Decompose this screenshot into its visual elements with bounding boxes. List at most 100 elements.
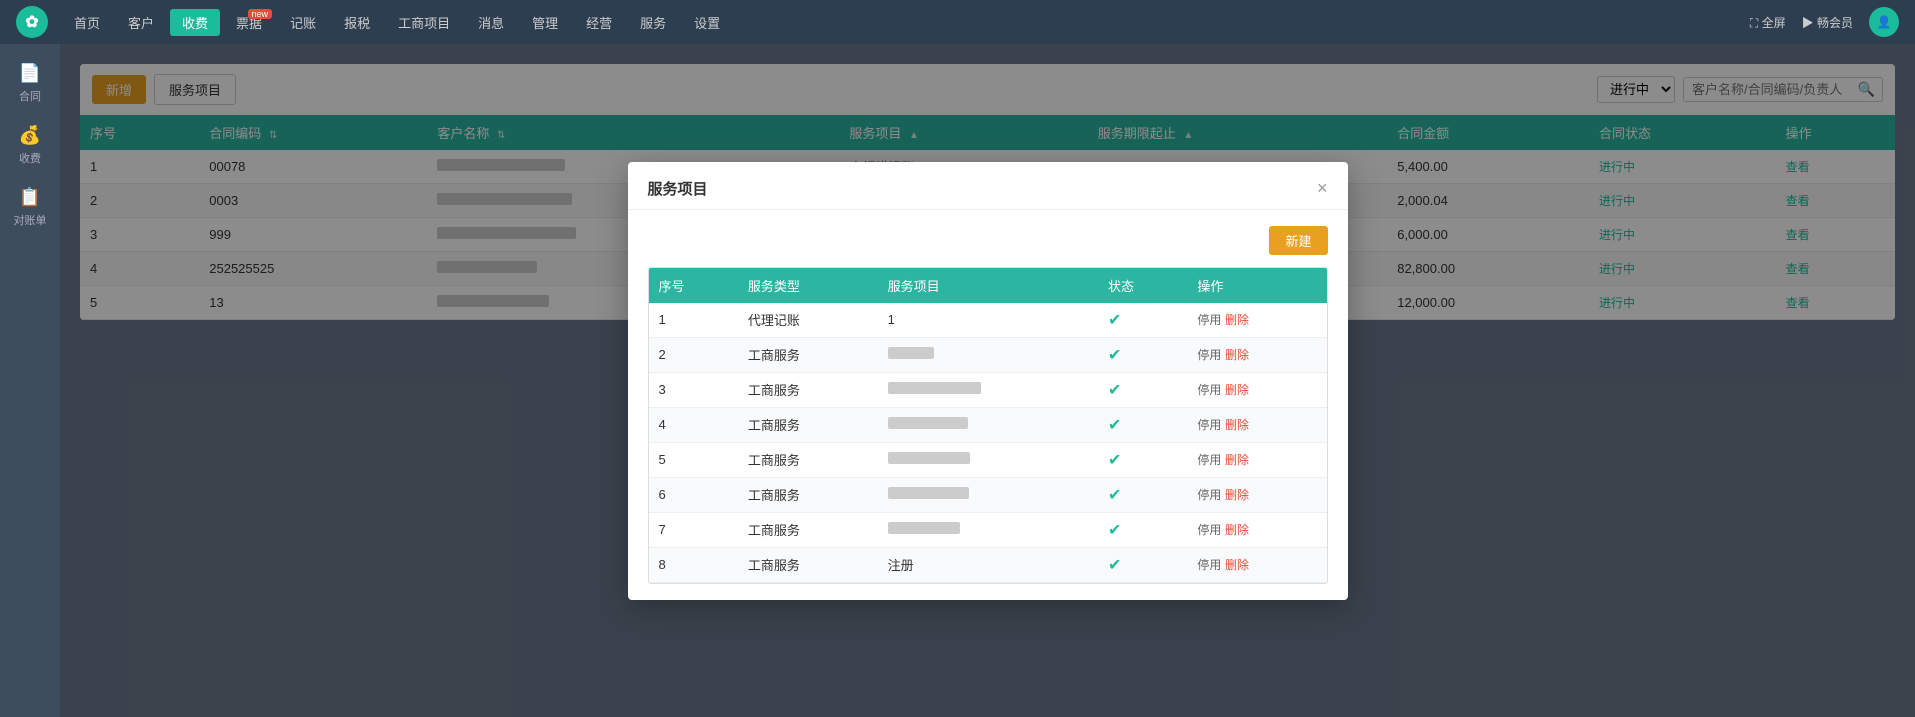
list-item: 3 工商服务 ✔ 停用 删除 — [649, 372, 1327, 407]
modal-cell-seq: 7 — [649, 512, 738, 547]
main-layout: 📄 合同 💰 收费 📋 对账单 新增 服务项目 — [0, 44, 1915, 717]
modal-cell-type: 工商服务 — [738, 547, 878, 582]
service-table: 序号 服务类型 服务项目 状态 操作 1 代理记账 1 ✔ — [649, 268, 1327, 583]
modal-cell-action: 停用 删除 — [1187, 337, 1326, 372]
list-item: 7 工商服务 ✔ 停用 删除 — [649, 512, 1327, 547]
stop-button[interactable]: 停用 — [1197, 486, 1221, 503]
delete-button[interactable]: 删除 — [1225, 556, 1249, 573]
modal-cell-action: 停用 删除 — [1187, 303, 1326, 338]
service-modal: 服务项目 × 新建 序号 服务类型 — [628, 162, 1348, 600]
modal-col-status: 状态 — [1098, 268, 1187, 303]
delete-button[interactable]: 删除 — [1225, 486, 1249, 503]
modal-body: 新建 序号 服务类型 服务项目 状态 操作 — [628, 210, 1348, 600]
top-nav: ✿ 首页 客户 收费 票据 new 记账 报税 工商项目 消息 管理 经营 服务… — [0, 0, 1915, 44]
modal-toolbar: 新建 — [648, 226, 1328, 255]
list-item: 8 工商服务 注册 ✔ 停用 删除 — [649, 547, 1327, 582]
member-btn[interactable]: ▶ 畅会员 — [1802, 14, 1853, 31]
modal-cell-type: 代理记账 — [738, 303, 878, 338]
modal-cell-item — [878, 407, 1098, 442]
sidebar-item-contract[interactable]: 📄 合同 — [3, 54, 57, 112]
nav-operation[interactable]: 经营 — [574, 9, 624, 36]
modal-cell-action: 停用 删除 — [1187, 477, 1326, 512]
modal-cell-type: 工商服务 — [738, 407, 878, 442]
modal-cell-item — [878, 442, 1098, 477]
modal-cell-item — [878, 512, 1098, 547]
modal-cell-item — [878, 372, 1098, 407]
nav-service[interactable]: 服务 — [628, 9, 678, 36]
modal-cell-status: ✔ — [1098, 337, 1187, 372]
modal-cell-item — [878, 337, 1098, 372]
modal-header: 服务项目 × — [628, 162, 1348, 210]
modal-col-type: 服务类型 — [738, 268, 878, 303]
modal-cell-seq: 8 — [649, 547, 738, 582]
list-item: 1 代理记账 1 ✔ 停用 删除 — [649, 303, 1327, 338]
modal-cell-status: ✔ — [1098, 407, 1187, 442]
avatar[interactable]: 👤 — [1869, 7, 1899, 37]
delete-button[interactable]: 删除 — [1225, 381, 1249, 398]
modal-cell-type: 工商服务 — [738, 372, 878, 407]
stop-button[interactable]: 停用 — [1197, 521, 1221, 538]
stop-button[interactable]: 停用 — [1197, 381, 1221, 398]
modal-col-action: 操作 — [1187, 268, 1326, 303]
nav-bookkeeping[interactable]: 记账 — [278, 9, 328, 36]
fullscreen-btn[interactable]: ⛶ 全屏 — [1750, 14, 1786, 31]
delete-button[interactable]: 删除 — [1225, 416, 1249, 433]
modal-close-button[interactable]: × — [1317, 179, 1328, 197]
modal-table-wrap: 序号 服务类型 服务项目 状态 操作 1 代理记账 1 ✔ — [648, 267, 1328, 584]
sidebar-item-reconcile[interactable]: 📋 对账单 — [3, 178, 57, 236]
modal-cell-action: 停用 删除 — [1187, 547, 1326, 582]
reconcile-icon: 📋 — [19, 186, 41, 208]
modal-cell-type: 工商服务 — [738, 442, 878, 477]
modal-cell-seq: 1 — [649, 303, 738, 338]
modal-cell-status: ✔ — [1098, 372, 1187, 407]
modal-cell-item: 注册 — [878, 547, 1098, 582]
nav-client[interactable]: 客户 — [116, 9, 166, 36]
content-area: 新增 服务项目 进行中 🔍 — [60, 44, 1915, 717]
modal-cell-status: ✔ — [1098, 512, 1187, 547]
stop-button[interactable]: 停用 — [1197, 346, 1221, 363]
nav-home[interactable]: 首页 — [62, 9, 112, 36]
modal-overlay[interactable]: 服务项目 × 新建 序号 服务类型 — [60, 44, 1915, 717]
list-item: 4 工商服务 ✔ 停用 删除 — [649, 407, 1327, 442]
stop-button[interactable]: 停用 — [1197, 311, 1221, 328]
modal-cell-action: 停用 删除 — [1187, 372, 1326, 407]
fee-icon: 💰 — [19, 124, 41, 146]
modal-title: 服务项目 — [648, 178, 708, 199]
modal-cell-status: ✔ — [1098, 442, 1187, 477]
modal-cell-type: 工商服务 — [738, 512, 878, 547]
list-item: 2 工商服务 ✔ 停用 删除 — [649, 337, 1327, 372]
modal-col-seq: 序号 — [649, 268, 738, 303]
app-container: ✿ 首页 客户 收费 票据 new 记账 报税 工商项目 消息 管理 经营 服务… — [0, 0, 1915, 717]
modal-cell-type: 工商服务 — [738, 337, 878, 372]
sidebar-item-fee[interactable]: 💰 收费 — [3, 116, 57, 174]
modal-cell-status: ✔ — [1098, 303, 1187, 338]
contract-icon: 📄 — [19, 62, 41, 84]
nav-business[interactable]: 工商项目 — [386, 9, 462, 36]
sidebar: 📄 合同 💰 收费 📋 对账单 — [0, 44, 60, 717]
nav-message[interactable]: 消息 — [466, 9, 516, 36]
delete-button[interactable]: 删除 — [1225, 521, 1249, 538]
modal-cell-seq: 4 — [649, 407, 738, 442]
modal-cell-seq: 6 — [649, 477, 738, 512]
delete-button[interactable]: 删除 — [1225, 311, 1249, 328]
modal-cell-item: 1 — [878, 303, 1098, 338]
modal-cell-seq: 3 — [649, 372, 738, 407]
nav-tax[interactable]: 报税 — [332, 9, 382, 36]
modal-cell-seq: 5 — [649, 442, 738, 477]
logo: ✿ — [16, 6, 48, 38]
stop-button[interactable]: 停用 — [1197, 556, 1221, 573]
nav-manage[interactable]: 管理 — [520, 9, 570, 36]
modal-col-item: 服务项目 — [878, 268, 1098, 303]
modal-cell-status: ✔ — [1098, 477, 1187, 512]
stop-button[interactable]: 停用 — [1197, 451, 1221, 468]
modal-cell-action: 停用 删除 — [1187, 512, 1326, 547]
nav-bill[interactable]: 票据 new — [224, 9, 274, 36]
modal-cell-status: ✔ — [1098, 547, 1187, 582]
nav-settings[interactable]: 设置 — [682, 9, 732, 36]
delete-button[interactable]: 删除 — [1225, 451, 1249, 468]
nav-fee[interactable]: 收费 — [170, 9, 220, 36]
stop-button[interactable]: 停用 — [1197, 416, 1221, 433]
modal-add-button[interactable]: 新建 — [1269, 226, 1327, 255]
delete-button[interactable]: 删除 — [1225, 346, 1249, 363]
modal-cell-seq: 2 — [649, 337, 738, 372]
